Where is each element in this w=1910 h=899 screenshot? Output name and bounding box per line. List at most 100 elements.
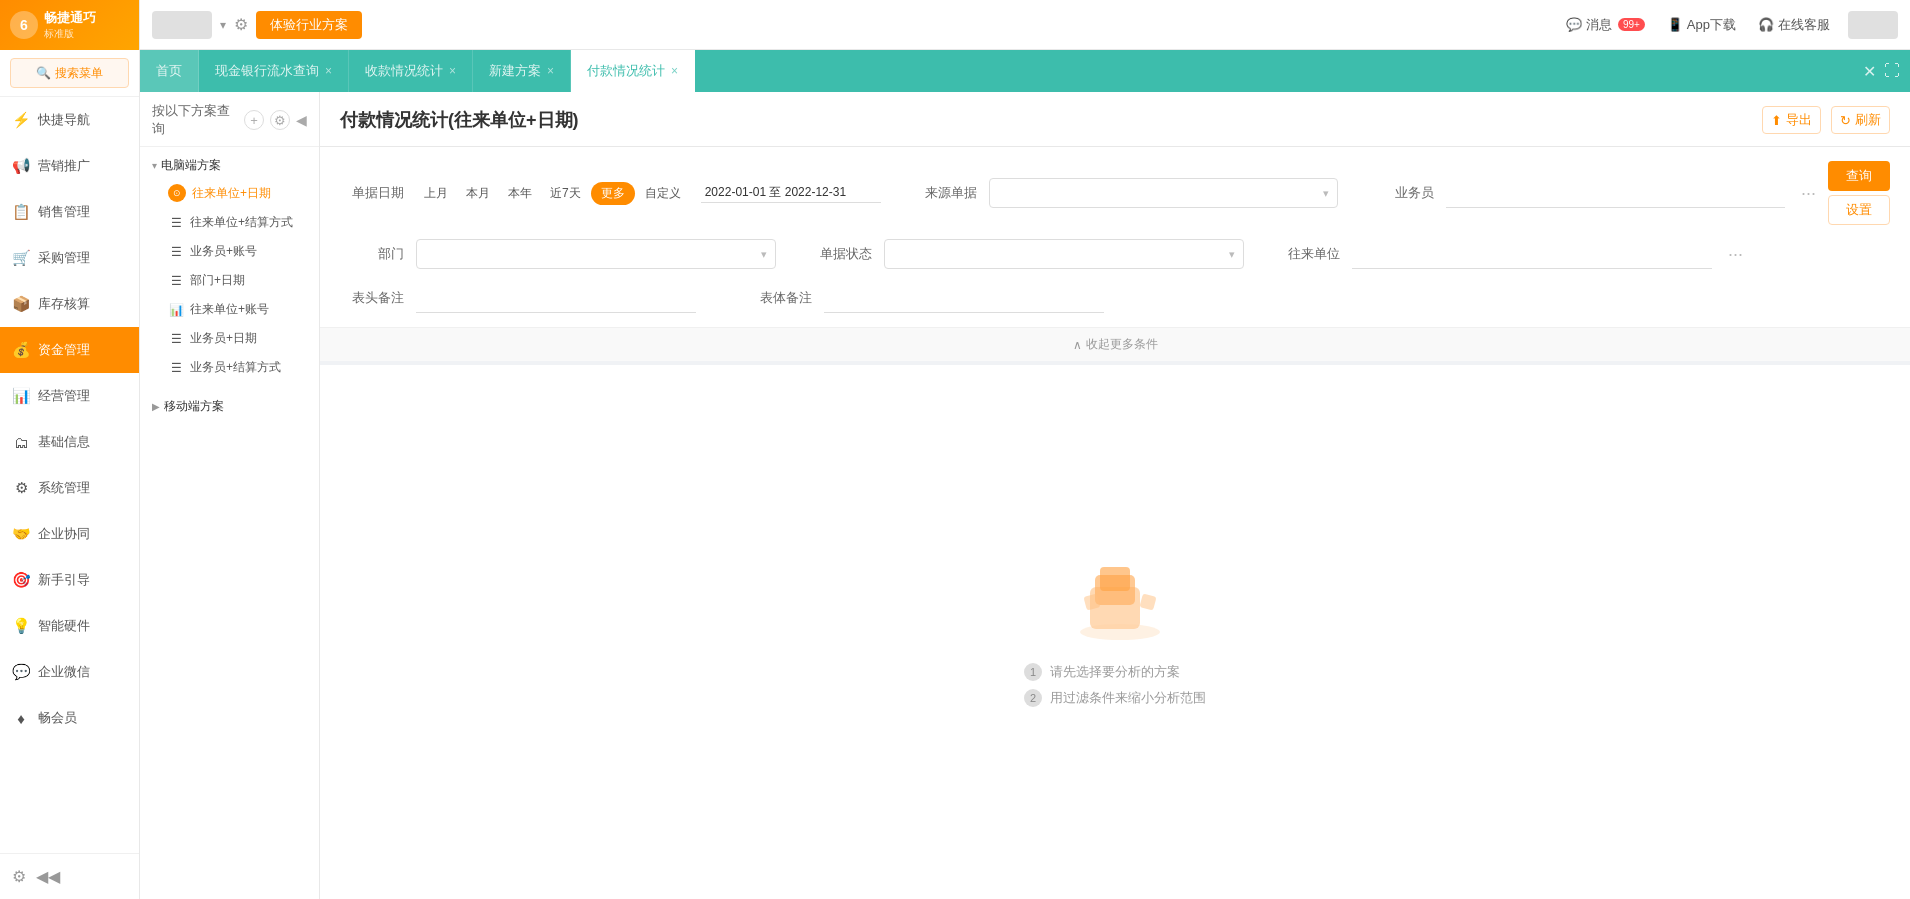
- scheme-panel-collapse-icon[interactable]: ◀: [296, 112, 307, 128]
- employee-input[interactable]: [1446, 178, 1785, 208]
- scheme-item-employee-account[interactable]: ☰ 业务员+账号: [140, 237, 319, 266]
- nav-label-quick-nav: 快捷导航: [38, 111, 90, 129]
- filter-settings-button[interactable]: 设置: [1828, 195, 1890, 225]
- tab-receipts-stats-close-icon[interactable]: ×: [449, 64, 456, 78]
- counterpart-dots[interactable]: ···: [1728, 244, 1743, 265]
- tab-receipts-stats-label: 收款情况统计: [365, 62, 443, 80]
- sidebar-item-marketing[interactable]: 📢 营销推广: [0, 143, 139, 189]
- filter-row-1: 单据日期 上月 本月 本年 近7天 更多 自定义 来源单据 ▾: [340, 161, 1890, 225]
- scheme-item-employee-date-label: 业务员+日期: [190, 330, 257, 347]
- tab-bank-flow-close-icon[interactable]: ×: [325, 64, 332, 78]
- sidebar-item-basic-info[interactable]: 🗂基础信息: [0, 419, 139, 465]
- trial-button[interactable]: 体验行业方案: [256, 11, 362, 39]
- date-opt-last-7-days[interactable]: 近7天: [542, 182, 589, 205]
- result-area: 1 请先选择要分析的方案 2 用过滤条件来缩小分析范围: [320, 365, 1910, 899]
- query-button[interactable]: 查询: [1828, 161, 1890, 191]
- refresh-label: 刷新: [1855, 111, 1881, 129]
- scheme-item-dept-date[interactable]: ☰ 部门+日期: [140, 266, 319, 295]
- scheme-add-button[interactable]: +: [244, 110, 264, 130]
- export-label: 导出: [1786, 111, 1812, 129]
- scheme-group-desktop-title[interactable]: ▾ 电脑端方案: [140, 153, 319, 178]
- source-voucher-select[interactable]: ▾: [989, 178, 1338, 208]
- export-icon: ⬆: [1771, 113, 1782, 128]
- counterpart-input[interactable]: [1352, 239, 1712, 269]
- filter-row-3: 表头备注 表体备注: [340, 283, 1890, 313]
- sidebar-item-purchase[interactable]: 🛒采购管理: [0, 235, 139, 281]
- voucher-status-arrow-icon: ▾: [1229, 248, 1235, 261]
- sidebar-item-cooperation[interactable]: 🤝企业协同: [0, 511, 139, 557]
- nav-icon-system: ⚙: [12, 479, 30, 497]
- scheme-item-counterpart-date[interactable]: ⊙ 往来单位+日期: [140, 178, 319, 208]
- employee-dots[interactable]: ···: [1801, 183, 1816, 204]
- scheme-panel: 按以下方案查询 + ⚙ ◀ ▾ 电脑端方案 ⊙ 往来单位+日期 ☰: [140, 92, 320, 899]
- date-opt-this-month[interactable]: 本月: [458, 182, 498, 205]
- tab-payment-stats[interactable]: 付款情况统计 ×: [571, 50, 695, 92]
- sidebar-item-operations[interactable]: 📊 经营管理: [0, 373, 139, 419]
- refresh-button[interactable]: ↻ 刷新: [1831, 106, 1890, 134]
- svg-rect-5: [1139, 593, 1156, 610]
- tab-payment-stats-close-icon[interactable]: ×: [671, 64, 678, 78]
- dropdown-arrow-icon[interactable]: ▾: [220, 18, 226, 32]
- export-button[interactable]: ⬆ 导出: [1762, 106, 1821, 134]
- tabbar-close-icon[interactable]: ✕: [1863, 62, 1876, 81]
- tab-home[interactable]: 首页: [140, 50, 199, 92]
- nav-label-operations: 经营管理: [38, 387, 90, 405]
- scheme-item-counterpart-account[interactable]: 📊 往来单位+账号: [140, 295, 319, 324]
- search-menu-button[interactable]: 🔍 搜索菜单: [10, 58, 129, 88]
- sidebar-item-inventory[interactable]: 📦库存核算: [0, 281, 139, 327]
- date-opt-this-year[interactable]: 本年: [500, 182, 540, 205]
- date-opt-more[interactable]: 更多: [591, 182, 635, 205]
- date-opt-last-month[interactable]: 上月: [416, 182, 456, 205]
- nav-icon-marketing: 📢: [12, 157, 30, 175]
- tab-new-scheme-close-icon[interactable]: ×: [547, 64, 554, 78]
- table-body-note-input[interactable]: [824, 283, 1104, 313]
- sidebar-item-sales[interactable]: 📋销售管理: [0, 189, 139, 235]
- sidebar-item-system[interactable]: ⚙系统管理: [0, 465, 139, 511]
- nav-label-sales: 销售管理: [38, 203, 90, 221]
- tabbar-expand-icon[interactable]: ⛶: [1884, 62, 1900, 80]
- dept-select[interactable]: ▾: [416, 239, 776, 269]
- date-range-input[interactable]: [701, 184, 881, 203]
- scheme-item-employee-settle[interactable]: ☰ 业务员+结算方式: [140, 353, 319, 382]
- employee-label: 业务员: [1370, 184, 1434, 202]
- sidebar-item-wechat[interactable]: 💬企业微信: [0, 649, 139, 695]
- nav-label-inventory: 库存核算: [38, 295, 90, 313]
- voucher-status-select[interactable]: ▾: [884, 239, 1244, 269]
- tab-new-scheme[interactable]: 新建方案 ×: [473, 50, 571, 92]
- table-head-note-input[interactable]: [416, 283, 696, 313]
- tab-receipts-stats[interactable]: 收款情况统计 ×: [349, 50, 473, 92]
- user-profile-avatar[interactable]: [1848, 11, 1898, 39]
- topbar-online-service[interactable]: 🎧 在线客服: [1758, 16, 1830, 34]
- tabbar-actions: ✕ ⛶: [1853, 50, 1910, 92]
- scheme-item-counterpart-settle[interactable]: ☰ 往来单位+结算方式: [140, 208, 319, 237]
- sidebar-item-member[interactable]: ♦畅会员: [0, 695, 139, 741]
- sidebar-settings-icon[interactable]: ⚙: [12, 867, 26, 886]
- scheme-item-counterpart-date-label: 往来单位+日期: [192, 185, 271, 202]
- page-title: 付款情况统计(往来单位+日期): [340, 108, 1762, 132]
- topbar-app-download[interactable]: 📱 App下载: [1667, 16, 1736, 34]
- topbar-settings-icon[interactable]: ⚙: [234, 15, 248, 34]
- topbar-messages[interactable]: 💬 消息 99+: [1566, 16, 1645, 34]
- sidebar-collapse-icon[interactable]: ◀◀: [36, 867, 60, 886]
- tab-bank-flow[interactable]: 现金银行流水查询 ×: [199, 50, 349, 92]
- collapse-more-button[interactable]: ∧ 收起更多条件: [320, 327, 1910, 361]
- scheme-item-active-icon: ⊙: [168, 184, 186, 202]
- nav-label-marketing: 营销推广: [38, 157, 90, 175]
- sidebar-item-hardware[interactable]: 💡智能硬件: [0, 603, 139, 649]
- tip-num-2: 2: [1024, 689, 1042, 707]
- source-voucher-arrow-icon: ▾: [1323, 187, 1329, 200]
- scheme-settings-button[interactable]: ⚙: [270, 110, 290, 130]
- sidebar-item-guide[interactable]: 🎯新手引导: [0, 557, 139, 603]
- nav-icon-operations: 📊: [12, 387, 30, 405]
- sidebar-item-capital[interactable]: 💰资金管理: [0, 327, 139, 373]
- dept-arrow-icon: ▾: [761, 248, 767, 261]
- tabbar: 首页 现金银行流水查询 × 收款情况统计 × 新建方案 × 付款情况统计 × ✕…: [140, 50, 1910, 92]
- sidebar-item-quick-nav[interactable]: ⚡快捷导航: [0, 97, 139, 143]
- scheme-item-icon-5: ☰: [168, 331, 184, 347]
- refresh-icon: ↻: [1840, 113, 1851, 128]
- app-name: 畅捷通巧: [44, 9, 96, 27]
- date-opt-custom[interactable]: 自定义: [637, 182, 689, 205]
- scheme-group-mobile-title[interactable]: ▶ 移动端方案: [140, 394, 319, 419]
- scheme-item-icon-6: ☰: [168, 360, 184, 376]
- scheme-item-employee-date[interactable]: ☰ 业务员+日期: [140, 324, 319, 353]
